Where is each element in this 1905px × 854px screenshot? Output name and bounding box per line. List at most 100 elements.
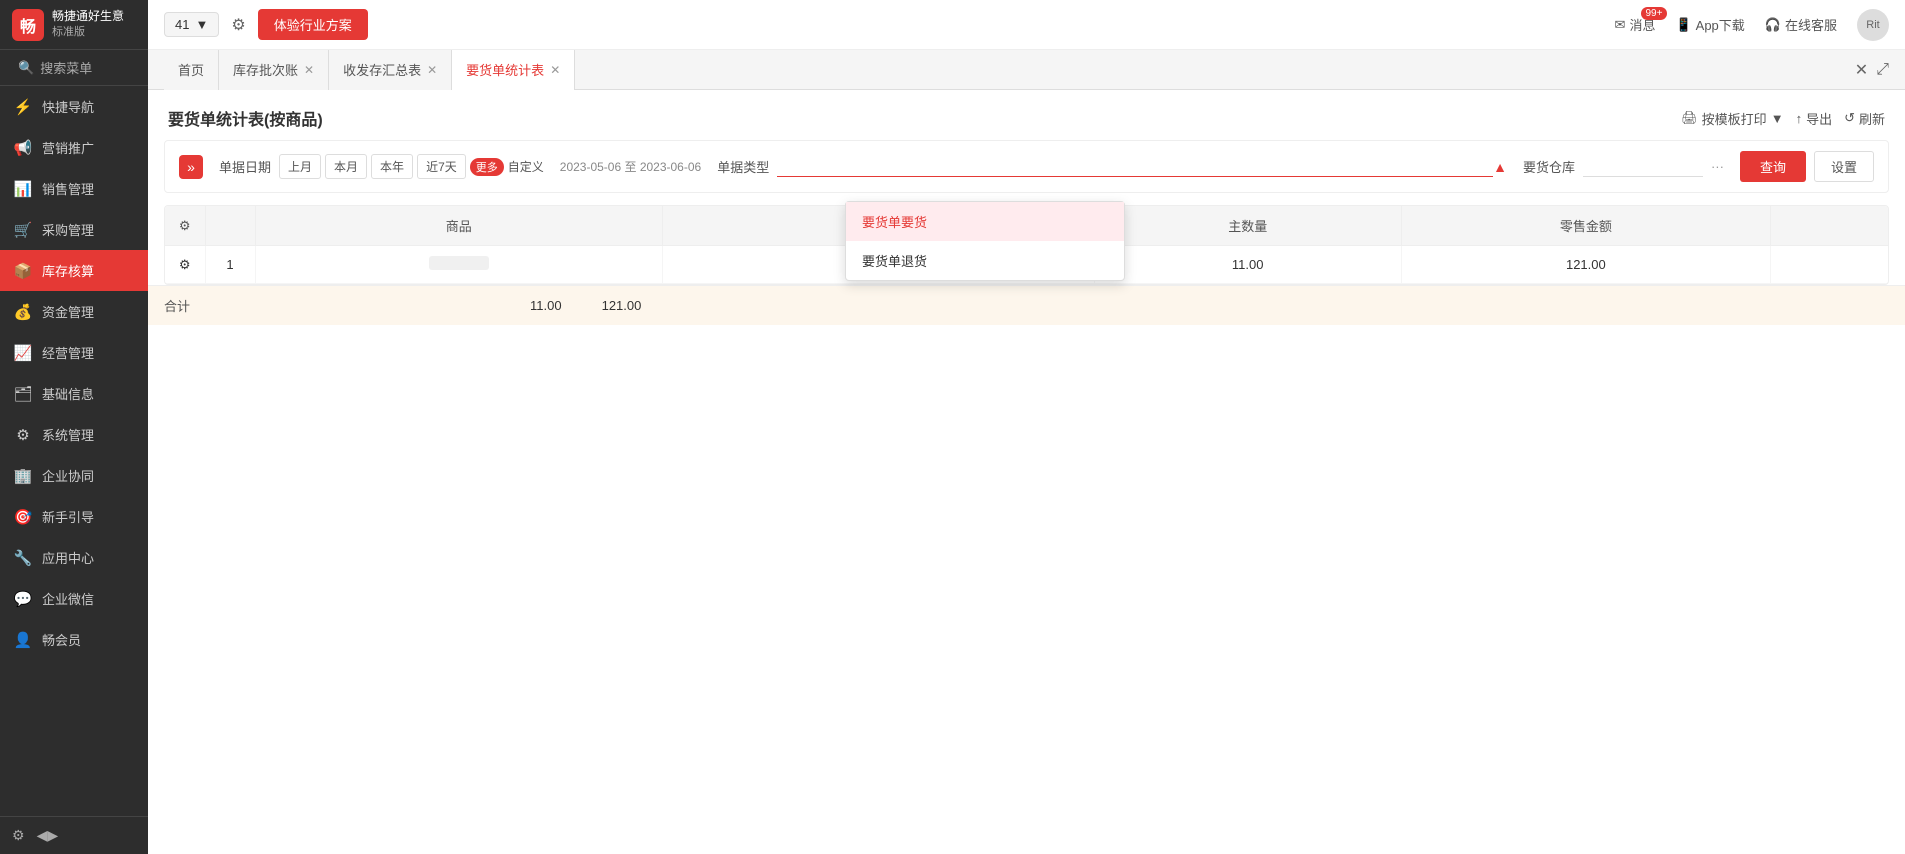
- footer-quantity: 11.00: [530, 298, 562, 313]
- store-selector[interactable]: 41 ▼: [164, 12, 219, 37]
- col-amount: 零售金额: [1401, 206, 1770, 246]
- refresh-button[interactable]: ↺ 刷新: [1844, 109, 1885, 128]
- sidebar-item-enterprise[interactable]: 🏢 企业协同: [0, 455, 148, 496]
- type-filter-label: 单据类型: [717, 157, 769, 176]
- sidebar-item-finance[interactable]: 💰 资金管理: [0, 291, 148, 332]
- tab-home[interactable]: 首页: [164, 50, 219, 90]
- sidebar-bottom: ⚙ ◀▶: [0, 816, 148, 854]
- warehouse-filter-input[interactable]: [1583, 157, 1703, 177]
- app-download-icon: 📱: [1675, 17, 1691, 33]
- app-title: 畅捷通好生意 标准版: [52, 8, 124, 40]
- row-amount-cell: 121.00: [1401, 246, 1770, 284]
- system-icon: ⚙: [12, 426, 34, 444]
- expand-tabs-icon[interactable]: ⤢: [1876, 61, 1889, 79]
- tab-batch-account[interactable]: 库存批次账 ✕: [219, 50, 329, 90]
- messages-button[interactable]: ✉ 消息 99+: [1615, 15, 1656, 34]
- store-name: 41: [175, 17, 189, 32]
- date-filter-group: 单据日期 上月 本月 本年 近7天 更多 自定义: [219, 154, 544, 179]
- sidebar-item-purchase[interactable]: 🛒 采购管理: [0, 209, 148, 250]
- content-area: 要货单统计表(按商品) 🖨 按模板打印 ▼ ↑ 导出 ↺ 刷新: [148, 90, 1905, 854]
- type-filter-arrow-icon[interactable]: ▲: [1493, 159, 1507, 175]
- user-avatar[interactable]: Rit: [1857, 9, 1889, 41]
- sidebar-item-basic[interactable]: 🗂 基础信息: [0, 373, 148, 414]
- appstore-icon: 🔧: [12, 549, 34, 567]
- quick-nav-icon: ⚡: [12, 98, 34, 116]
- print-icon: 🖨: [1681, 110, 1698, 126]
- sidebar-item-wechat[interactable]: 💬 企业微信: [0, 578, 148, 619]
- more-date-options-badge[interactable]: 更多: [470, 158, 504, 176]
- topbar-gear-icon[interactable]: ⚙: [231, 15, 245, 35]
- search-icon: 🔍: [18, 60, 34, 76]
- dropdown-item-order-return[interactable]: 要货单退货: [846, 241, 1124, 280]
- type-input-wrapper: ▲: [777, 157, 1507, 177]
- headset-icon: 🎧: [1765, 17, 1781, 33]
- tab-close-batch-account[interactable]: ✕: [304, 63, 314, 77]
- col-settings[interactable]: ⚙: [165, 206, 205, 246]
- page-actions: 🖨 按模板打印 ▼ ↑ 导出 ↺ 刷新: [1681, 109, 1885, 128]
- tab-order-stats[interactable]: 要货单统计表 ✕: [452, 50, 575, 90]
- filter-bar: » 单据日期 上月 本月 本年 近7天 更多 自定义 2023-05-06 至 …: [164, 140, 1889, 193]
- member-icon: 👤: [12, 631, 34, 649]
- sidebar-item-guide[interactable]: 🎯 新手引导: [0, 496, 148, 537]
- close-all-tabs-icon[interactable]: ✕: [1855, 60, 1868, 80]
- export-button[interactable]: ↑ 导出: [1796, 109, 1833, 128]
- date-btn-7days[interactable]: 近7天: [417, 154, 466, 179]
- print-template-button[interactable]: 🖨 按模板打印 ▼: [1681, 109, 1783, 128]
- dropdown-item-order-goods[interactable]: 要货单要货: [846, 202, 1124, 241]
- guide-icon: 🎯: [12, 508, 34, 526]
- refresh-icon: ↺: [1844, 110, 1855, 126]
- row-quantity-cell: 11.00: [1094, 246, 1401, 284]
- sidebar-nav: ⚡ 快捷导航 📢 营销推广 📊 销售管理 🛒 采购管理 📦 库存核算 💰 资金管…: [0, 86, 148, 816]
- sidebar-search[interactable]: 🔍 搜索菜单: [0, 50, 148, 86]
- basic-icon: 🗂: [12, 385, 34, 403]
- date-btn-current[interactable]: 本月: [325, 154, 367, 179]
- sidebar-item-operations[interactable]: 📈 经营管理: [0, 332, 148, 373]
- sidebar-item-marketing[interactable]: 📢 营销推广: [0, 127, 148, 168]
- warehouse-filter-label: 要货仓库: [1523, 157, 1575, 176]
- sidebar-item-quick-nav[interactable]: ⚡ 快捷导航: [0, 86, 148, 127]
- messages-icon: ✉: [1615, 17, 1626, 33]
- warehouse-filter-group: 要货仓库 ···: [1523, 157, 1724, 177]
- collapse-sidebar-icon[interactable]: ◀▶: [37, 827, 59, 844]
- promo-button[interactable]: 体验行业方案: [258, 9, 368, 40]
- settings-bottom-icon[interactable]: ⚙: [12, 827, 25, 844]
- main-content: 41 ▼ ⚙ 体验行业方案 ✉ 消息 99+ 📱 App下载 🎧 在线客服 Ri…: [148, 0, 1905, 854]
- date-preset-buttons: 上月 本月 本年 近7天 更多 自定义: [279, 154, 544, 179]
- marketing-icon: 📢: [12, 139, 34, 157]
- sidebar: 畅 畅捷通好生意 标准版 🔍 搜索菜单 ⚡ 快捷导航 📢 营销推广 📊 销售管理…: [0, 0, 148, 854]
- wechat-icon: 💬: [12, 590, 34, 608]
- product-placeholder: [429, 256, 489, 270]
- app-logo: 畅: [12, 9, 44, 41]
- sidebar-header: 畅 畅捷通好生意 标准版: [0, 0, 148, 50]
- tabbar: 首页 库存批次账 ✕ 收发存汇总表 ✕ 要货单统计表 ✕ ✕ ⤢: [148, 50, 1905, 90]
- sidebar-item-sales[interactable]: 📊 销售管理: [0, 168, 148, 209]
- sidebar-item-system[interactable]: ⚙ 系统管理: [0, 414, 148, 455]
- tab-receive-summary[interactable]: 收发存汇总表 ✕: [329, 50, 452, 90]
- custom-date-button[interactable]: 自定义: [508, 158, 544, 175]
- online-service-button[interactable]: 🎧 在线客服: [1765, 15, 1837, 34]
- tab-close-order-stats[interactable]: ✕: [550, 63, 560, 77]
- footer-amount: 121.00: [602, 298, 642, 313]
- date-btn-up[interactable]: 上月: [279, 154, 321, 179]
- messages-badge: 99+: [1641, 7, 1668, 20]
- warehouse-more-icon[interactable]: ···: [1711, 159, 1724, 174]
- filter-expand-button[interactable]: »: [179, 155, 203, 179]
- page-header: 要货单统计表(按商品) 🖨 按模板打印 ▼ ↑ 导出 ↺ 刷新: [148, 90, 1905, 140]
- type-filter-input[interactable]: [777, 157, 1493, 177]
- app-download-button[interactable]: 📱 App下载: [1675, 15, 1744, 34]
- sidebar-item-member[interactable]: 👤 畅会员: [0, 619, 148, 660]
- date-btn-year[interactable]: 本年: [371, 154, 413, 179]
- row-gear-cell[interactable]: ⚙: [165, 246, 205, 284]
- sidebar-item-appstore[interactable]: 🔧 应用中心: [0, 537, 148, 578]
- col-empty: [1771, 206, 1889, 246]
- filter-settings-button[interactable]: 设置: [1814, 151, 1874, 182]
- table-footer: 合计 11.00 121.00: [148, 285, 1905, 325]
- col-product: 商品: [255, 206, 663, 246]
- inventory-icon: 📦: [12, 262, 34, 280]
- tab-close-receive-summary[interactable]: ✕: [427, 63, 437, 77]
- purchase-icon: 🛒: [12, 221, 34, 239]
- date-filter-label: 单据日期: [219, 157, 271, 176]
- sidebar-item-inventory[interactable]: 📦 库存核算: [0, 250, 148, 291]
- print-dropdown-icon: ▼: [1771, 111, 1784, 126]
- query-button[interactable]: 查询: [1740, 151, 1806, 182]
